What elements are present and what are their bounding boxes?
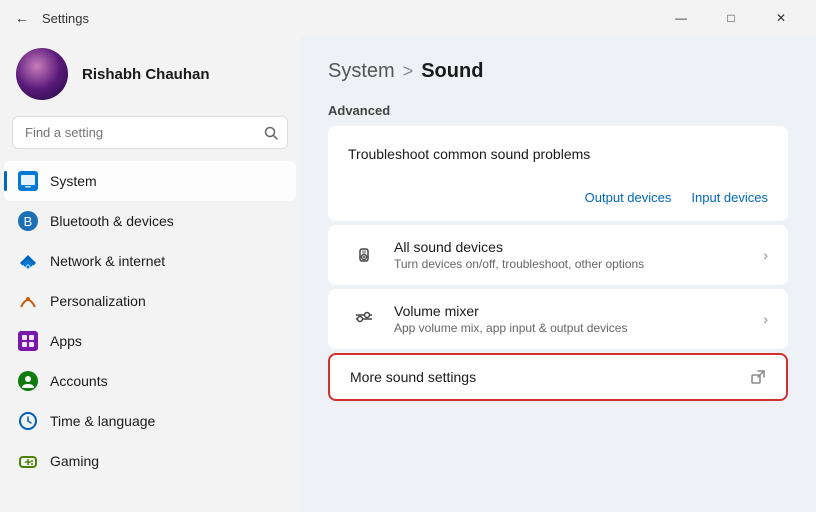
sidebar: Rishabh Chauhan xyxy=(0,36,300,512)
search-box xyxy=(12,116,288,149)
back-button[interactable]: ← xyxy=(12,8,32,28)
nav-list: System B Bluetooth & devices xyxy=(0,161,300,481)
breadcrumb: System > Sound xyxy=(328,60,788,83)
personalization-icon xyxy=(18,291,38,311)
network-icon xyxy=(18,251,38,271)
system-icon xyxy=(18,171,38,191)
titlebar-controls: — □ ✕ xyxy=(658,4,804,32)
more-sound-settings-card[interactable]: More sound settings xyxy=(328,353,788,401)
volume-mixer-title: Volume mixer xyxy=(394,303,763,319)
sidebar-item-accounts[interactable]: Accounts xyxy=(4,361,296,401)
chevron-right-icon-2: › xyxy=(763,311,768,327)
time-icon xyxy=(18,411,38,431)
troubleshoot-card: Troubleshoot common sound problems Outpu… xyxy=(328,126,788,221)
volume-mixer-text: Volume mixer App volume mix, app input &… xyxy=(394,303,763,335)
sidebar-item-network[interactable]: Network & internet xyxy=(4,241,296,281)
output-devices-link[interactable]: Output devices xyxy=(585,190,672,205)
volume-mixer-subtitle: App volume mix, app input & output devic… xyxy=(394,321,763,335)
sidebar-item-gaming[interactable]: Gaming xyxy=(4,441,296,481)
profile-section: Rishabh Chauhan xyxy=(0,36,300,116)
titlebar: ← Settings — □ ✕ xyxy=(0,0,816,36)
all-sound-devices-text: All sound devices Turn devices on/off, t… xyxy=(394,239,763,271)
volume-mixer-icon xyxy=(348,303,380,335)
sidebar-item-label-accounts: Accounts xyxy=(50,373,108,389)
sidebar-item-time[interactable]: Time & language xyxy=(4,401,296,441)
content-area: System > Sound Advanced Troubleshoot com… xyxy=(300,36,816,512)
all-sound-devices-card[interactable]: All sound devices Turn devices on/off, t… xyxy=(328,225,788,285)
bluetooth-icon: B xyxy=(18,211,38,231)
advanced-label: Advanced xyxy=(328,103,788,118)
all-sound-devices-subtitle: Turn devices on/off, troubleshoot, other… xyxy=(394,257,763,271)
chevron-right-icon: › xyxy=(763,247,768,263)
sidebar-item-label-time: Time & language xyxy=(50,413,155,429)
search-input[interactable] xyxy=(12,116,288,149)
sidebar-item-label-network: Network & internet xyxy=(50,253,165,269)
svg-text:B: B xyxy=(24,214,33,229)
apps-icon xyxy=(18,331,38,351)
all-sound-devices-title: All sound devices xyxy=(394,239,763,255)
troubleshoot-title: Troubleshoot common sound problems xyxy=(348,146,768,162)
sidebar-item-personalization[interactable]: Personalization xyxy=(4,281,296,321)
volume-mixer-card[interactable]: Volume mixer App volume mix, app input &… xyxy=(328,289,788,349)
input-devices-link[interactable]: Input devices xyxy=(691,190,768,205)
close-button[interactable]: ✕ xyxy=(758,4,804,32)
breadcrumb-parent: System xyxy=(328,60,395,83)
more-sound-settings-title: More sound settings xyxy=(350,369,750,385)
all-sound-devices-item[interactable]: All sound devices Turn devices on/off, t… xyxy=(328,225,788,285)
breadcrumb-separator: > xyxy=(403,61,414,82)
sidebar-item-label-system: System xyxy=(50,173,97,189)
sidebar-item-bluetooth[interactable]: B Bluetooth & devices xyxy=(4,201,296,241)
main-layout: Rishabh Chauhan xyxy=(0,36,816,512)
search-icon xyxy=(264,126,278,140)
profile-name: Rishabh Chauhan xyxy=(82,66,210,83)
volume-mixer-item[interactable]: Volume mixer App volume mix, app input &… xyxy=(328,289,788,349)
titlebar-title: Settings xyxy=(42,11,89,26)
sidebar-item-apps[interactable]: Apps xyxy=(4,321,296,361)
minimize-button[interactable]: — xyxy=(658,4,704,32)
sidebar-item-label-personalization: Personalization xyxy=(50,293,146,309)
troubleshoot-links: Output devices Input devices xyxy=(348,190,768,205)
sidebar-item-label-gaming: Gaming xyxy=(50,453,99,469)
sidebar-item-system[interactable]: System xyxy=(4,161,296,201)
breadcrumb-current: Sound xyxy=(421,60,483,83)
external-link-icon xyxy=(750,369,766,385)
sidebar-item-label-bluetooth: Bluetooth & devices xyxy=(50,213,174,229)
titlebar-left: ← Settings xyxy=(12,8,89,28)
avatar xyxy=(16,48,68,100)
speaker-icon xyxy=(348,239,380,271)
gaming-icon xyxy=(18,451,38,471)
sidebar-item-label-apps: Apps xyxy=(50,333,82,349)
accounts-icon xyxy=(18,371,38,391)
maximize-button[interactable]: □ xyxy=(708,4,754,32)
